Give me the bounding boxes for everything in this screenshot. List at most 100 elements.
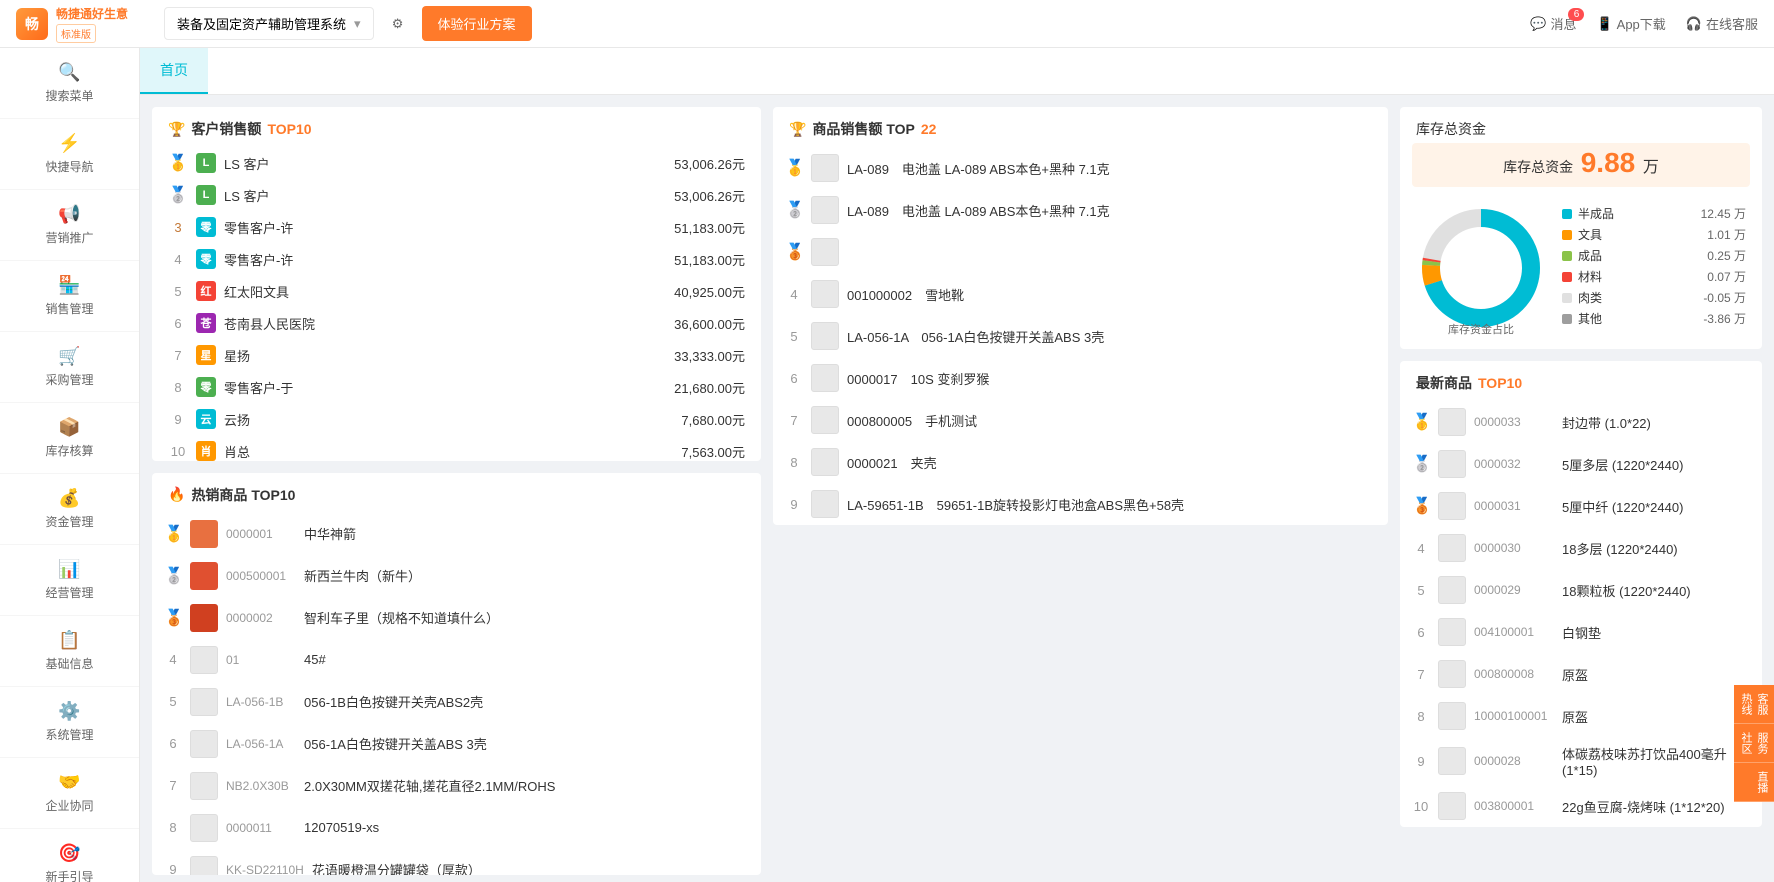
product-img-placeholder (190, 814, 218, 842)
quicknav-icon: ⚡ (58, 133, 80, 154)
legend-dot (1562, 230, 1572, 240)
product-img (190, 562, 218, 590)
bronze-medal-icon: 🥉 (785, 242, 803, 262)
silver-medal-icon: 🥈 (168, 185, 188, 205)
sales-ranking-title: 客户销售额 (191, 119, 261, 139)
sales-ranking-card: 🏆 客户销售额 TOP10 🥇 L LS 客户 53,006.26元 (152, 107, 761, 461)
legend-dot (1562, 314, 1572, 324)
inventory-amount: 9.88 (1581, 147, 1636, 178)
rank-item: 4 零 零售客户-许 51,183.00元 (160, 243, 753, 275)
hot-products-header: 🔥 热销商品 TOP10 (152, 473, 761, 513)
sidebar-item-sales[interactable]: 🏪 销售管理 (0, 261, 139, 332)
list-item: 🥇 0000033 封边带 (1.0*22) (1400, 401, 1762, 443)
rank-item: 6 苍 苍南县人民医院 36,600.00元 (160, 307, 753, 339)
product-img-placeholder (811, 280, 839, 308)
new-products-card: 最新商品 TOP10 🥇 0000033 封边带 (1.0*22) (1400, 361, 1762, 827)
product-ranking-header: 🏆 商品销售额 TOP 22 (773, 107, 1388, 147)
customer-service-btn[interactable]: 客服热线 (1734, 685, 1774, 724)
inventory-icon: 📦 (58, 417, 80, 438)
list-item: 🥈 000500001 新西兰牛肉（新牛） (152, 555, 761, 597)
list-item: 9 LA-59651-1B 59651-1B旋转投影灯电池盒ABS黑色+58壳 (773, 483, 1388, 525)
inventory-amount-display: 库存总资金 9.88 万 (1412, 143, 1750, 187)
topbar-right: 💬 消息 6 📱 App下载 🎧 在线客服 (1530, 14, 1758, 33)
settings-icon[interactable]: ⚙ (382, 8, 414, 40)
system-selector[interactable]: 装备及固定资产辅助管理系统 ▾ (164, 7, 374, 40)
tab-home[interactable]: 首页 (140, 48, 208, 94)
guide-icon: 🎯 (58, 843, 80, 864)
rank-medal: L (196, 153, 216, 173)
list-item: 6 LA-056-1A 056-1A白色按键开关盖ABS 3壳 (152, 723, 761, 765)
rank-medal: 零 (196, 377, 216, 397)
rank-item: 7 星 星扬 33,333.00元 (160, 339, 753, 371)
sidebar-item-operations[interactable]: 📊 经营管理 (0, 545, 139, 616)
right-column: 库存总资金 库存总资金 9.88 万 (1394, 95, 1774, 882)
legend-item: 材料 0.07 万 (1562, 268, 1746, 285)
system-icon: ⚙️ (58, 701, 80, 722)
product-img-placeholder (811, 406, 839, 434)
silver-medal-icon: 🥈 (164, 566, 182, 586)
list-item: 7 000800008 原盔 (1400, 653, 1762, 695)
headset-icon: 🎧 (1686, 16, 1702, 32)
sales-ranking-header: 🏆 客户销售额 TOP10 (152, 107, 761, 147)
list-item: 4 01 45# (152, 639, 761, 681)
list-item: 🥉 0000002 智利车子里（规格不知道填什么） (152, 597, 761, 639)
finance-icon: 💰 (58, 488, 80, 509)
hot-products-card: 🔥 热销商品 TOP10 🥇 0000001 中华神箭 (152, 473, 761, 875)
bronze-medal-icon: 🥉 (1412, 496, 1430, 516)
live-btn[interactable]: 直播 (1734, 763, 1774, 802)
sidebar-item-guide[interactable]: 🎯 新手引导 (0, 829, 139, 882)
app-download-action[interactable]: 📱 App下载 (1596, 14, 1665, 33)
list-item: 8 0000011 12070519-xs (152, 807, 761, 849)
trial-button[interactable]: 体验行业方案 (422, 6, 532, 41)
sidebar-item-purchase[interactable]: 🛒 采购管理 (0, 332, 139, 403)
donut-svg (1416, 203, 1546, 333)
sidebar-item-finance[interactable]: 💰 资金管理 (0, 474, 139, 545)
rank-medal: 零 (196, 249, 216, 269)
hot-products-title: 热销商品 TOP10 (191, 485, 295, 505)
service-community-btn[interactable]: 服务社区 (1734, 724, 1774, 763)
product-img-placeholder (811, 490, 839, 518)
product-ranking-card: 🏆 商品销售额 TOP 22 🥇 LA-089 电池盖 LA-089 ABS本色… (773, 107, 1388, 525)
product-img-placeholder (1438, 408, 1466, 436)
product-img-placeholder (1438, 618, 1466, 646)
sidebar-item-marketing[interactable]: 📢 营销推广 (0, 190, 139, 261)
product-ranking-list: 🥇 LA-089 电池盖 LA-089 ABS本色+黑种 7.1克 🥈 LA-0… (773, 147, 1388, 525)
list-item: 4 0000030 18多层 (1220*2440) (1400, 527, 1762, 569)
sidebar-item-inventory[interactable]: 📦 库存核算 (0, 403, 139, 474)
fire-icon: 🔥 (168, 486, 185, 503)
sidebar-item-basics[interactable]: 📋 基础信息 (0, 616, 139, 687)
list-item: 6 004100001 白钢垫 (1400, 611, 1762, 653)
coop-icon: 🤝 (58, 772, 80, 793)
logo-text: 畅捷通好生意 标准版 (56, 5, 128, 43)
rank-item: 3 零 零售客户-许 51,183.00元 (160, 211, 753, 243)
sales-icon: 🏪 (58, 275, 80, 296)
content-grid: 🏆 客户销售额 TOP10 🥇 L LS 客户 53,006.26元 (140, 95, 1774, 882)
product-img-placeholder (811, 322, 839, 350)
list-item: 🥇 LA-089 电池盖 LA-089 ABS本色+黑种 7.1克 (773, 147, 1388, 189)
message-action[interactable]: 💬 消息 6 (1530, 14, 1576, 33)
rank-medal: L (196, 185, 216, 205)
product-img (190, 604, 218, 632)
rank-item: 9 云 云扬 7,680.00元 (160, 403, 753, 435)
sidebar-item-system[interactable]: ⚙️ 系统管理 (0, 687, 139, 758)
product-img-placeholder (811, 196, 839, 224)
message-icon: 💬 (1530, 16, 1546, 32)
trophy-icon: 🏆 (789, 121, 806, 138)
sidebar-item-coop[interactable]: 🤝 企业协同 (0, 758, 139, 829)
product-img-placeholder (190, 646, 218, 674)
product-img-placeholder (1438, 792, 1466, 820)
service-action[interactable]: 🎧 在线客服 (1686, 14, 1758, 33)
rank-item: 🥇 L LS 客户 53,006.26元 (160, 147, 753, 179)
rank-medal: 红 (196, 281, 216, 301)
sidebar-item-quicknav[interactable]: ⚡ 快捷导航 (0, 119, 139, 190)
legend-item: 半成品 12.45 万 (1562, 205, 1746, 222)
rank-medal: 苍 (196, 313, 216, 333)
phone-icon: 📱 (1596, 16, 1612, 32)
list-item: 🥉 0000031 5厘中纤 (1220*2440) (1400, 485, 1762, 527)
topbar: 畅 畅捷通好生意 标准版 装备及固定资产辅助管理系统 ▾ ⚙ 体验行业方案 💬 … (0, 0, 1774, 48)
purchase-icon: 🛒 (58, 346, 80, 367)
legend-dot (1562, 209, 1572, 219)
list-item: 🥈 LA-089 电池盖 LA-089 ABS本色+黑种 7.1克 (773, 189, 1388, 231)
legend-item: 文具 1.01 万 (1562, 226, 1746, 243)
sidebar-item-search[interactable]: 🔍 搜索菜单 (0, 48, 139, 119)
